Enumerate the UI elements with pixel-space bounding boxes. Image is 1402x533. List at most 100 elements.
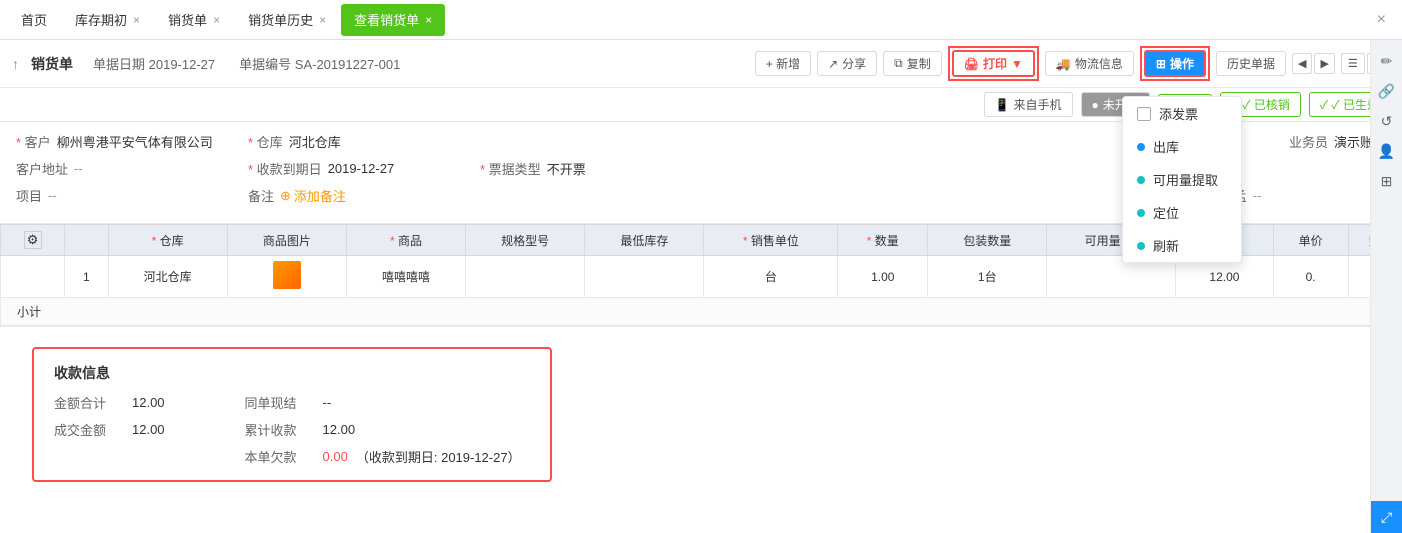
- side-user-icon[interactable]: 👤: [1374, 138, 1400, 164]
- dropdown-refresh[interactable]: 刷新: [1123, 229, 1241, 262]
- subtotal-label: 小计: [1, 298, 1402, 326]
- available-qty-icon: [1137, 176, 1145, 184]
- doc-number-value: SA-20191227-001: [295, 57, 401, 72]
- note-label: 备注: [248, 186, 274, 205]
- side-refresh-icon[interactable]: ↺: [1374, 108, 1400, 134]
- toolbar-actions: + 新增 ↗ 分享 ⧉ 复制 🖨 打印 ▼ 🚚: [755, 46, 1390, 81]
- prev-button[interactable]: ◀: [1292, 53, 1312, 74]
- payment-transaction-row: 成交金额 12.00: [54, 420, 165, 439]
- operation-dropdown: 添发票 出库 可用量提取 定位 刷新: [1122, 96, 1242, 263]
- tab-inventory-close[interactable]: ×: [133, 13, 140, 27]
- payment-owe-label: 本单欠款: [245, 447, 315, 466]
- address-value: --: [74, 161, 83, 176]
- project-field: 项目 --: [16, 186, 216, 205]
- print-button[interactable]: 🖨 打印 ▼: [952, 50, 1035, 77]
- col-spec: 规格型号: [466, 225, 585, 256]
- salesman2-value: --: [1253, 188, 1262, 203]
- tab-inventory[interactable]: 库存期初 ×: [62, 4, 153, 36]
- ticket-type-field: 票据类型 不开票: [480, 159, 680, 178]
- note-field: 备注 ⊕ 添加备注: [248, 186, 448, 205]
- side-expand-icon[interactable]: ⤢: [1371, 501, 1402, 533]
- payment-same-order-row: 同单现结 --: [245, 393, 521, 412]
- add-invoice-icon: [1137, 107, 1151, 121]
- payment-title: 收款信息: [54, 363, 530, 383]
- customer-value: 柳州粤港平安气体有限公司: [57, 132, 213, 151]
- address-label: 客户地址: [16, 159, 68, 178]
- project-label: 项目: [16, 186, 42, 205]
- salesman-label: 业务员: [1289, 132, 1328, 151]
- cell-pack-qty: 1台: [928, 256, 1047, 298]
- list-view-button[interactable]: ☰: [1341, 53, 1365, 74]
- payment-col-left: 金额合计 12.00 成交金额 12.00: [54, 393, 165, 466]
- side-link-icon[interactable]: 🔗: [1374, 78, 1400, 104]
- tab-sales[interactable]: 销货单 ×: [155, 4, 233, 36]
- payment-same-order-label: 同单现结: [245, 393, 315, 412]
- payment-owe-value: 0.00: [323, 449, 348, 464]
- dropdown-available-qty[interactable]: 可用量提取: [1123, 163, 1241, 196]
- operation-box: ⊞ 操作: [1140, 46, 1210, 81]
- cell-sales-unit: 台: [704, 256, 838, 298]
- circle-icon: ●: [1092, 98, 1099, 112]
- warehouse-value: 河北仓库: [289, 132, 341, 151]
- payment-transaction-value: 12.00: [132, 422, 165, 437]
- tab-sales-history-label: 销货单历史: [248, 10, 313, 29]
- dropdown-locate[interactable]: 定位: [1123, 196, 1241, 229]
- history-button[interactable]: 历史单据: [1216, 51, 1286, 76]
- tab-home-label: 首页: [21, 10, 47, 29]
- gear-icon[interactable]: ⚙: [24, 231, 42, 249]
- operation-button[interactable]: ⊞ 操作: [1144, 50, 1206, 77]
- warehouse-label: 仓库: [248, 132, 283, 151]
- payment-cumulative-value: 12.00: [323, 422, 356, 437]
- subtotal-row: 小计: [1, 298, 1402, 326]
- side-icons-panel: ✏ 🔗 ↺ 👤 ⊞ ⤢: [1370, 40, 1402, 533]
- toolbar-row1: ↑ 销货单 单据日期 2019-12-27 单据编号 SA-20191227-0…: [0, 40, 1402, 88]
- close-all-button[interactable]: ×: [1369, 11, 1394, 29]
- col-pack-qty: 包装数量: [928, 225, 1047, 256]
- address-field: 客户地址 --: [16, 159, 216, 178]
- locate-icon: [1137, 209, 1145, 217]
- side-edit-icon[interactable]: ✏: [1374, 48, 1400, 74]
- share-button[interactable]: ↗ 分享: [817, 51, 877, 76]
- col-warehouse: 仓库: [108, 225, 227, 256]
- warehouse-field: 仓库 河北仓库: [248, 132, 448, 151]
- payment-container: 收款信息 金额合计 12.00 成交金额 12.00: [0, 327, 1402, 502]
- payment-same-order-value: --: [323, 395, 332, 410]
- cell-min-stock: [585, 256, 704, 298]
- tab-inventory-label: 库存期初: [75, 10, 127, 29]
- tab-sales-history[interactable]: 销货单历史 ×: [235, 4, 339, 36]
- effect-icon: ✓: [1320, 98, 1328, 112]
- tab-sales-history-close[interactable]: ×: [319, 13, 326, 27]
- tab-check-sales-close[interactable]: ×: [425, 13, 432, 27]
- refresh-icon: [1137, 242, 1145, 250]
- payment-total-label: 金额合计: [54, 393, 124, 412]
- add-button[interactable]: + 新增: [755, 51, 811, 76]
- dropdown-outbound[interactable]: 出库: [1123, 130, 1241, 163]
- col-sales-unit: 销售单位: [704, 225, 838, 256]
- ticket-type-label: 票据类型: [480, 159, 541, 178]
- next-button[interactable]: ▶: [1314, 53, 1334, 74]
- col-min-stock: 最低库存: [585, 225, 704, 256]
- cell-gear: [1, 256, 65, 298]
- copy-icon: ⧉: [894, 56, 903, 71]
- dropdown-add-invoice[interactable]: 添发票: [1123, 97, 1241, 130]
- doc-date-label: 单据日期 2019-12-27: [93, 54, 215, 73]
- col-unit-price: 单价: [1273, 225, 1348, 256]
- tab-check-sales[interactable]: 查看销货单 ×: [341, 4, 445, 36]
- payment-owe-row: 本单欠款 0.00 （收款到期日: 2019-12-27）: [245, 447, 521, 466]
- side-grid-icon[interactable]: ⊞: [1374, 168, 1400, 194]
- phone-icon: 📱: [995, 98, 1010, 112]
- from-phone-button[interactable]: 📱 来自手机: [984, 92, 1073, 117]
- tab-check-sales-label: 查看销货单: [354, 10, 419, 29]
- copy-button[interactable]: ⧉ 复制: [883, 51, 942, 76]
- tab-home[interactable]: 首页: [8, 4, 60, 36]
- tab-sales-close[interactable]: ×: [213, 13, 220, 27]
- logistics-button[interactable]: 🚚 物流信息: [1045, 51, 1134, 76]
- doc-number: 单据编号 SA-20191227-001: [239, 54, 400, 73]
- col-gear: ⚙: [1, 225, 65, 256]
- payment-date-label: 收款到期日: [248, 159, 322, 178]
- add-note-button[interactable]: ⊕ 添加备注: [280, 186, 346, 205]
- print-dropdown-arrow: ▼: [1011, 57, 1023, 71]
- print-box: 🖨 打印 ▼: [948, 46, 1039, 81]
- col-product-img: 商品图片: [227, 225, 346, 256]
- project-value: --: [48, 188, 57, 203]
